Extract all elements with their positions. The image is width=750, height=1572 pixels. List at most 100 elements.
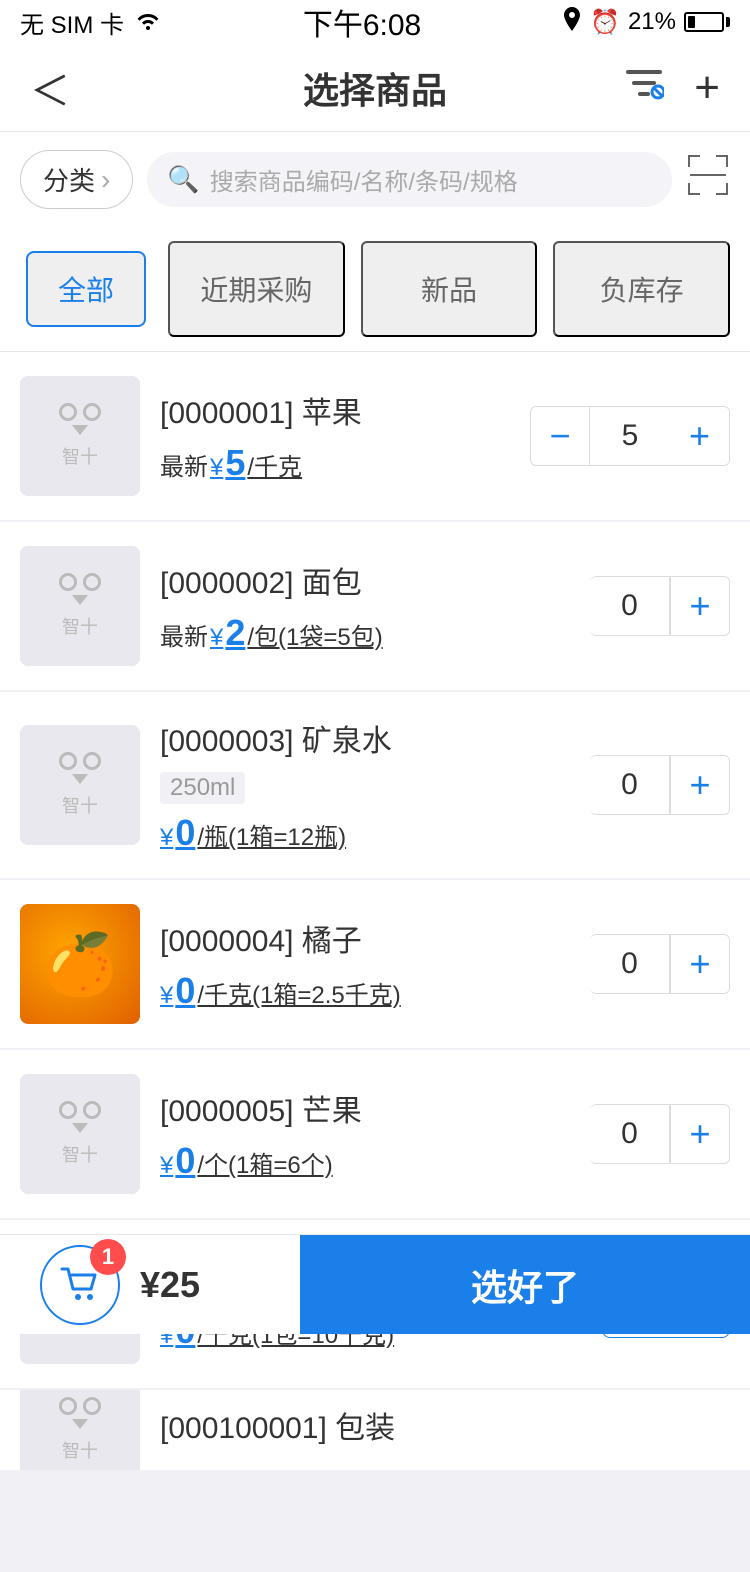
product-price: 最新 ¥ 2 /包(1袋=5包) [160,612,570,654]
search-box[interactable]: 🔍 搜索商品编码/名称/条码/规格 [147,152,672,207]
tab-new[interactable]: 新品 [361,241,538,337]
location-icon [562,7,582,38]
product-image-0000001: 智十 [20,376,140,496]
quantity-control-0000005: + [590,1104,730,1164]
placeholder-logo: 智十 [59,1101,101,1167]
price-unit: /瓶(1箱=12瓶) [197,817,346,852]
product-image-0000002: 智十 [20,546,140,666]
product-info-0000004: [0000004] 橘子 ¥ 0 /千克(1箱=2.5千克) [160,916,570,1012]
tab-all[interactable]: 全部 [26,251,146,327]
product-image-0000004: 🍊 [20,904,140,1024]
increase-button[interactable]: + [670,755,730,815]
list-item: 智十 [0000003] 矿泉水 250ml ¥ 0 /瓶(1箱=12瓶) + [0,692,750,878]
quantity-control-0000002: + [590,576,730,636]
increase-button[interactable]: + [670,934,730,994]
price-unit: /个(1箱=6个) [197,1145,332,1180]
battery-percent: 21% [628,8,676,36]
page-title: 选择商品 [303,62,447,114]
status-time: 下午6:08 [303,0,421,44]
placeholder-logo: 智十 [59,752,101,818]
price-currency: ¥ [160,982,173,1010]
search-icon: 🔍 [167,164,199,195]
category-arrow: › [101,164,110,196]
tabs-bar: 全部 近期采购 新品 负库存 [0,227,750,352]
status-right: ⏰ 21% [562,7,730,38]
confirm-button[interactable]: 选好了 [300,1235,750,1334]
decrease-button[interactable]: − [530,406,590,466]
price-value: 0 [175,970,195,1012]
tab-negative[interactable]: 负库存 [553,241,730,337]
product-price: ¥ 0 /千克(1箱=2.5千克) [160,970,570,1012]
price-value: 5 [225,442,245,484]
price-value: 0 [175,812,195,854]
bottom-bar: 1 ¥25 选好了 [0,1234,750,1334]
increase-button[interactable]: + [670,576,730,636]
category-button[interactable]: 分类 › [20,150,133,209]
quantity-input[interactable] [590,1104,670,1164]
product-name: [0000001] 苹果 [160,388,510,432]
price-label: 最新 [160,617,208,652]
search-placeholder-text: 搜索商品编码/名称/条码/规格 [210,162,518,197]
increase-button[interactable]: + [670,1104,730,1164]
status-bar: 无 SIM 卡 下午6:08 ⏰ 21% [0,0,750,44]
filter-bar: 分类 › 🔍 搜索商品编码/名称/条码/规格 [0,132,750,227]
product-spec: 250ml [160,772,245,804]
status-left: 无 SIM 卡 [20,5,162,40]
product-name: [0000004] 橘子 [160,916,570,960]
price-unit: /包(1袋=5包) [247,617,382,652]
price-value: 2 [225,612,245,654]
increase-button[interactable]: + [670,406,730,466]
list-item: 智十 [0000001] 苹果 最新 ¥ 5 /千克 − + [0,352,750,520]
add-icon[interactable]: + [694,63,720,113]
product-name: [0000005] 芒果 [160,1086,570,1130]
price-unit: /千克 [247,447,302,482]
cart-area: 1 ¥25 [0,1245,300,1325]
quantity-input[interactable] [590,406,670,466]
placeholder-logo: 智十 [59,1397,101,1463]
quantity-control-0000004: + [590,934,730,994]
list-item: 智十 [0000002] 面包 最新 ¥ 2 /包(1袋=5包) + [0,522,750,690]
product-image-0000003: 智十 [20,725,140,845]
tab-recent[interactable]: 近期采购 [168,241,345,337]
placeholder-logo: 智十 [59,573,101,639]
scan-icon[interactable] [686,153,730,206]
orange-image: 🍊 [20,904,140,1024]
cart-count: 1 [90,1239,126,1275]
quantity-input[interactable] [590,755,670,815]
category-label: 分类 [43,161,95,198]
wifi-icon [134,8,162,37]
price-currency: ¥ [160,824,173,852]
product-image-0000005: 智十 [20,1074,140,1194]
quantity-control-0000001: − + [530,406,730,466]
cart-total: ¥25 [140,1264,200,1306]
product-info-0000001: [0000001] 苹果 最新 ¥ 5 /千克 [160,388,510,484]
product-info-0000002: [0000002] 面包 最新 ¥ 2 /包(1袋=5包) [160,558,570,654]
nav-right: + [624,63,720,113]
placeholder-logo: 智十 [59,403,101,469]
product-price: ¥ 0 /瓶(1箱=12瓶) [160,812,570,854]
product-name: [0000003] 矿泉水 [160,716,570,760]
price-currency: ¥ [210,624,223,652]
back-button[interactable]: ＜ [30,59,70,117]
alarm-icon: ⏰ [590,8,620,37]
product-info-000100001: [000100001] 包装 [160,1403,730,1457]
filter-icon[interactable] [624,66,664,109]
list-item: 🍊 [0000004] 橘子 ¥ 0 /千克(1箱=2.5千克) + [0,880,750,1048]
product-info-0000005: [0000005] 芒果 ¥ 0 /个(1箱=6个) [160,1086,570,1182]
product-image-000100001: 智十 [20,1390,140,1470]
cart-icon[interactable]: 1 [40,1245,120,1325]
nav-bar: ＜ 选择商品 + [0,44,750,132]
price-label: 最新 [160,447,208,482]
quantity-input[interactable] [590,934,670,994]
product-list: 智十 [0000001] 苹果 最新 ¥ 5 /千克 − + 智十 [0,352,750,1572]
list-item: 智十 [000100001] 包装 [0,1390,750,1470]
product-price: ¥ 0 /个(1箱=6个) [160,1140,570,1182]
confirm-label: 选好了 [471,1259,579,1311]
price-currency: ¥ [210,454,223,482]
carrier-text: 无 SIM 卡 [20,5,124,40]
quantity-control-0000003: + [590,755,730,815]
price-unit: /千克(1箱=2.5千克) [197,975,400,1010]
list-item: 智十 [0000005] 芒果 ¥ 0 /个(1箱=6个) + [0,1050,750,1218]
product-name: [000100001] 包装 [160,1403,730,1447]
quantity-input[interactable] [590,576,670,636]
